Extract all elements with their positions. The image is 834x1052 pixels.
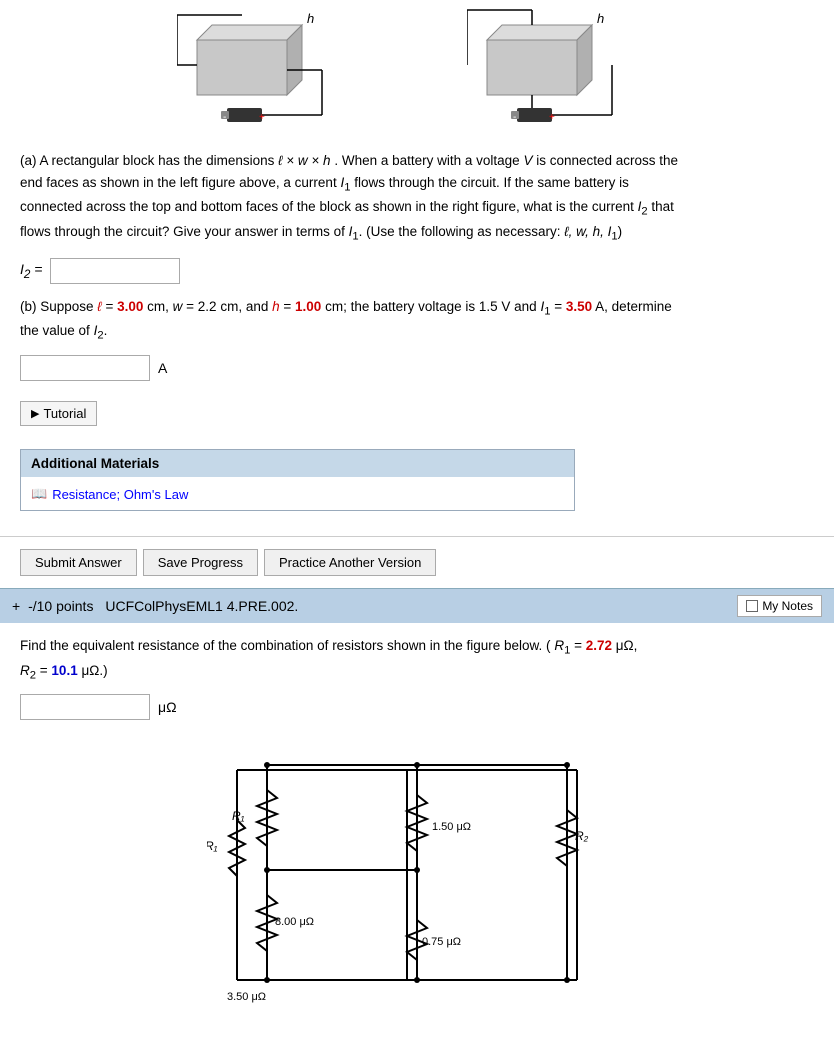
book-icon: 📖 <box>31 486 47 502</box>
p1-text5: connected across the top and bottom face… <box>20 199 674 214</box>
i2-b-unit: A <box>158 360 167 376</box>
part-b-text: (b) Suppose ℓ = 3.00 cm, w = 2.2 cm, and… <box>20 296 814 345</box>
figure1-svg: h - + <box>177 5 367 125</box>
svg-text:+: + <box>259 112 265 123</box>
svg-text:+: + <box>549 112 555 123</box>
pb-cm2: cm, and <box>220 299 272 314</box>
pb-w: w <box>173 299 183 314</box>
r2-label-svg: R₂ <box>575 829 589 843</box>
pb-ell: ℓ <box>97 299 101 314</box>
p1-text1: (a) A rectangular block has the dimensio… <box>20 153 274 168</box>
figure2-svg: h - + <box>467 5 657 125</box>
course-label: UCFColPhysEML1 4.PRE.002. <box>105 598 298 614</box>
p1-text2: . When a battery with a voltage <box>334 153 523 168</box>
i2-label: I2 = <box>20 261 42 281</box>
r1-label-svg: R₁ <box>232 809 245 823</box>
p2-r1-sub: 1 <box>564 645 570 657</box>
tutorial-button[interactable]: ▶ Tutorial <box>20 401 97 426</box>
pb-val3: 1.00 <box>295 299 321 314</box>
p2-r2-unit: μΩ.) <box>81 663 107 678</box>
figure-2: h - + <box>467 5 657 125</box>
p2-r1-val: 2.72 <box>586 638 612 653</box>
link-text: Resistance; Ohm's Law <box>52 487 188 502</box>
problem1-text: (a) A rectangular block has the dimensio… <box>20 150 814 246</box>
p2-r2-label: R <box>20 663 30 678</box>
p1-text4: end faces as shown in the left figure ab… <box>20 175 629 190</box>
action-buttons-row: Submit Answer Save Progress Practice Ano… <box>0 536 834 588</box>
problem2-header: + -/10 points UCFColPhysEML1 4.PRE.002. … <box>0 588 834 623</box>
save-progress-button[interactable]: Save Progress <box>143 549 258 576</box>
submit-answer-button[interactable]: Submit Answer <box>20 549 137 576</box>
r075-label: 0.75 μΩ <box>422 936 461 948</box>
additional-materials: Additional Materials 📖 Resistance; Ohm's… <box>20 449 575 511</box>
svg-text:-: - <box>223 112 226 123</box>
i2-input-row: I2 = <box>20 258 814 284</box>
pb-cm3: cm; the battery voltage is 1.5 V and I1 … <box>325 299 566 314</box>
problem1-section: (a) A rectangular block has the dimensio… <box>0 140 834 536</box>
p2-unit: μΩ <box>158 699 177 715</box>
p1-text6: flows through the circuit? Give your ans… <box>20 224 622 239</box>
notes-label: My Notes <box>762 599 813 613</box>
circuit-svg: R₁ <box>207 740 627 1010</box>
my-notes-button[interactable]: My Notes <box>737 595 822 617</box>
p1-math1: ℓ × w × h <box>278 153 330 168</box>
r800-label: 8.00 μΩ <box>275 916 314 928</box>
pb-text1: (b) Suppose <box>20 299 97 314</box>
pb-a: A, determine <box>595 299 672 314</box>
pb-val4: 3.50 <box>566 299 592 314</box>
r1-label: R₁ <box>207 839 218 853</box>
p2-r1-label: R <box>554 638 564 653</box>
resistance-link[interactable]: 📖 Resistance; Ohm's Law <box>31 486 188 502</box>
i2-b-input-row: A <box>20 355 814 381</box>
plus-icon: + <box>12 598 20 614</box>
svg-text:-: - <box>513 112 516 123</box>
tutorial-icon: ▶ <box>31 407 39 420</box>
additional-header: Additional Materials <box>21 450 574 477</box>
p2-r2-eq: = <box>40 663 52 678</box>
p2-r1-unit: μΩ, <box>616 638 638 653</box>
practice-another-button[interactable]: Practice Another Version <box>264 549 436 576</box>
notes-checkbox <box>746 600 758 612</box>
figure-1: h - + <box>177 5 367 125</box>
p1-math2: V <box>523 153 532 168</box>
p2-text1: Find the equivalent resistance of the co… <box>20 638 551 653</box>
r150-label: 1.50 μΩ <box>432 821 471 833</box>
pb-text2: the value of I2. <box>20 323 107 338</box>
h-label-1: h <box>307 11 314 26</box>
pb-eq2: = <box>186 299 198 314</box>
pb-val1: 3.00 <box>117 299 143 314</box>
i2-input-a[interactable] <box>50 258 180 284</box>
pb-cm1: cm, <box>147 299 173 314</box>
circuit-diagram: R₁ <box>207 740 627 1020</box>
p2-r2-sub: 2 <box>30 669 36 681</box>
p2-r2-val: 10.1 <box>51 663 77 678</box>
h-label-2: h <box>597 11 604 26</box>
p1-text3: is connected across the <box>536 153 678 168</box>
problem2-body: Find the equivalent resistance of the co… <box>0 623 834 1052</box>
pb-eq3: = <box>283 299 295 314</box>
tutorial-label: Tutorial <box>43 406 86 421</box>
r350-label: 3.50 μΩ <box>227 991 266 1003</box>
p2-answer-input[interactable] <box>20 694 150 720</box>
pb-eq1: = <box>105 299 117 314</box>
points-label: -/10 points <box>28 598 93 614</box>
additional-body: 📖 Resistance; Ohm's Law <box>21 477 574 510</box>
p2-r1-eq: = <box>574 638 586 653</box>
i2-b-input[interactable] <box>20 355 150 381</box>
pb-val2: 2.2 <box>198 299 217 314</box>
problem2-text: Find the equivalent resistance of the co… <box>20 635 814 684</box>
problem2-title: + -/10 points UCFColPhysEML1 4.PRE.002. <box>12 598 298 614</box>
pb-h: h <box>272 299 280 314</box>
p2-answer-row: μΩ <box>20 694 814 720</box>
